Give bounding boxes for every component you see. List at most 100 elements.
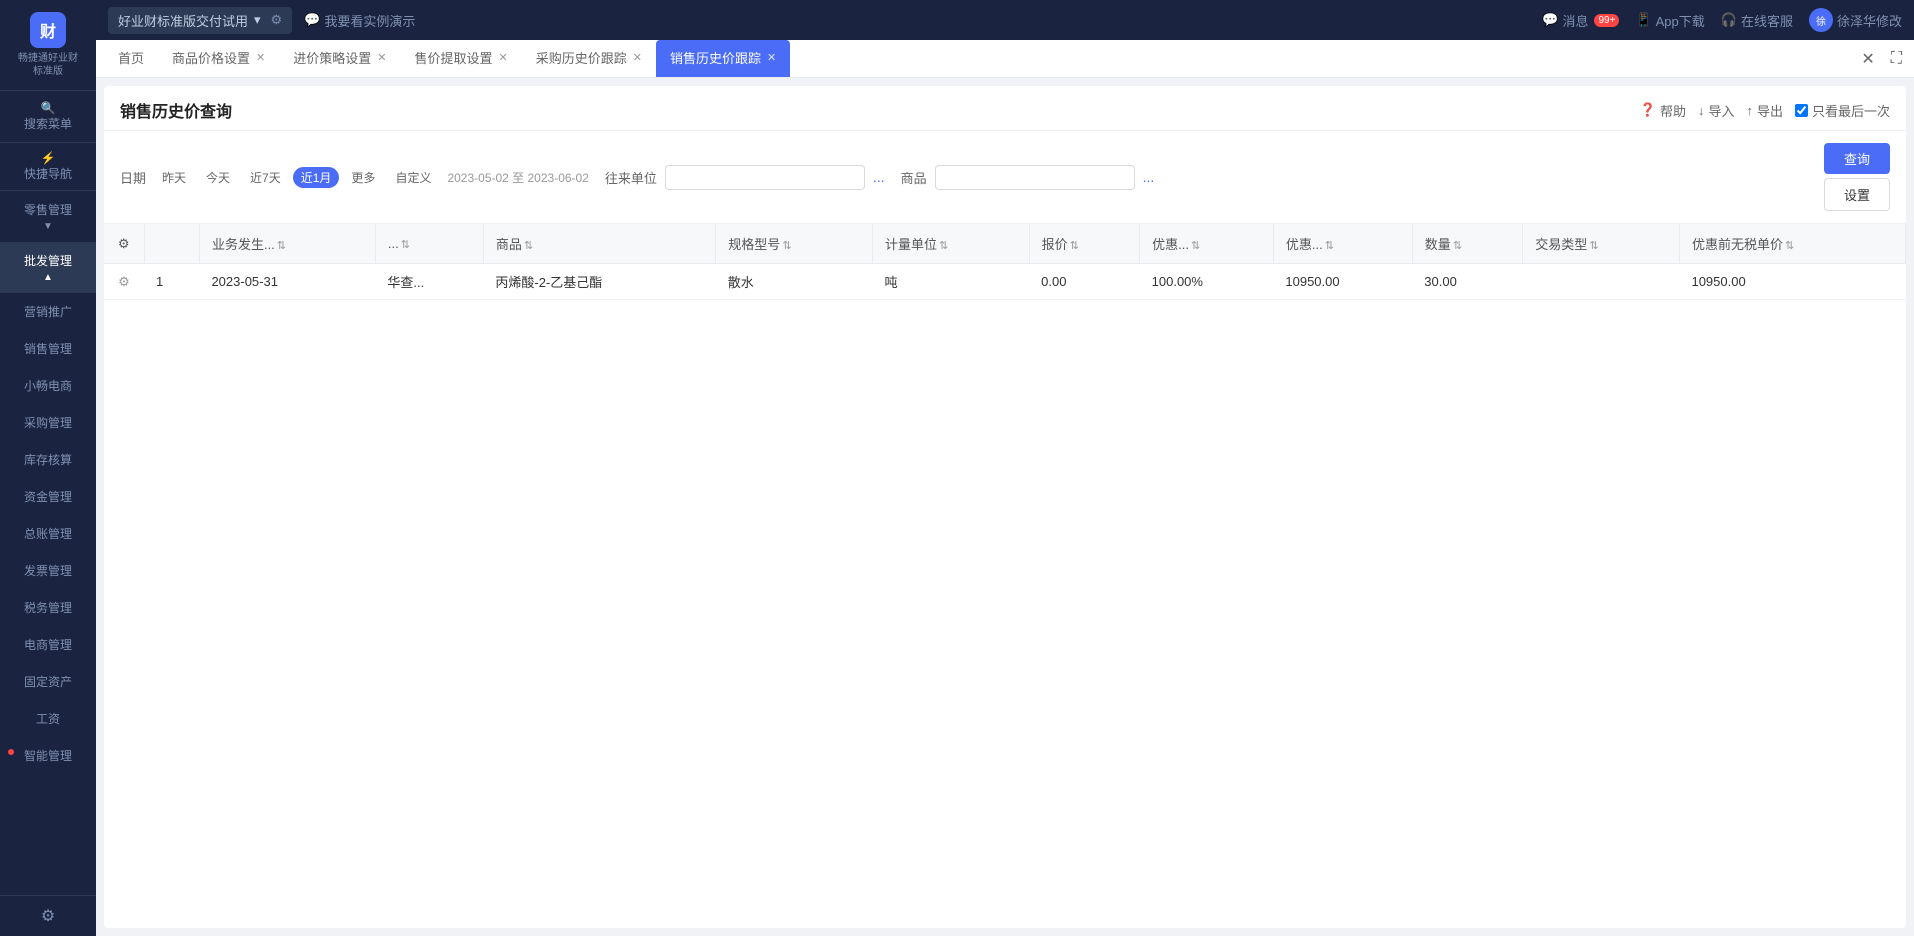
only-last-checkbox[interactable]: 只看最后一次 [1795,101,1890,120]
page-title: 销售历史价查询 [120,98,232,122]
main-area: 好业财标准版交付试用 ▾ ⚙ 💬 我要看实例演示 💬 消息 99+ 📱 App下… [96,0,1914,936]
demo-link[interactable]: 💬 我要看实例演示 [304,11,415,30]
sidebar-item-ecommerce_small[interactable]: 小畅电商 [0,367,96,404]
close-tab-button[interactable]: ✕ [1857,45,1878,73]
sort-icon: ⇅ [1785,240,1794,252]
app-download-button[interactable]: 📱 App下载 [1635,11,1704,30]
tab-price[interactable]: 商品价格设置✕ [158,40,279,77]
tab-sales_history[interactable]: 销售历史价跟踪✕ [656,40,790,77]
tab-close-icon[interactable]: ✕ [256,51,265,64]
sidebar-item-label: 固定资产 [24,673,72,690]
sidebar-item-finance[interactable]: 资金管理 [0,478,96,515]
maximize-button[interactable]: ⛶ [1887,46,1906,72]
tab-close-icon[interactable]: ✕ [377,51,386,64]
sidebar-item-ecommerce[interactable]: 电商管理 [0,626,96,663]
sidebar-item-label: 销售管理 [24,340,72,357]
date-opt-last7[interactable]: 近7天 [242,167,289,188]
quick-nav[interactable]: ⚡ 快捷导航 [0,143,96,191]
source-unit-input[interactable] [665,165,865,190]
col-tax_price[interactable]: 优惠前无税单价⇅ [1679,224,1905,264]
col-discount2[interactable]: 优惠...⇅ [1273,224,1412,264]
date-opt-yesterday[interactable]: 昨天 [154,167,194,188]
message-button[interactable]: 💬 消息 99+ [1542,11,1619,30]
col-discount1[interactable]: 优惠...⇅ [1140,224,1274,264]
table-container: ⚙业务发生...⇅...⇅商品⇅规格型号⇅计量单位⇅报价⇅优惠...⇅优惠...… [104,224,1906,928]
col-date[interactable]: 业务发生...⇅ [199,224,375,264]
tab-purchase_strategy[interactable]: 进价策略设置 ✕ [279,40,400,77]
col-extra[interactable]: ...⇅ [375,224,483,264]
sidebar-item-label: 采购管理 [24,414,72,431]
search-menu[interactable]: 🔍 搜索菜单 [0,91,96,143]
sidebar-item-inventory[interactable]: 库存核算 [0,441,96,478]
tab-sale_extract[interactable]: 售价提取设置✕ [400,40,521,77]
help-button[interactable]: ❓ 帮助 [1640,101,1686,120]
sidebar-item-marketing[interactable]: 营销推广 [0,293,96,330]
col-quantity[interactable]: 数量⇅ [1412,224,1523,264]
sidebar-item-label: 营销推广 [24,303,72,320]
col-price[interactable]: 报价⇅ [1029,224,1140,264]
col-tx_type[interactable]: 交易类型⇅ [1523,224,1680,264]
app-logo: 财 畅捷通好业财标准版 [0,0,96,91]
sidebar-item-label: 小畅电商 [24,377,72,394]
demo-icon: 💬 [304,12,320,28]
date-opt-today[interactable]: 今天 [198,167,238,188]
sidebar-item-label: 库存核算 [24,451,72,468]
col-spec[interactable]: 规格型号⇅ [716,224,873,264]
phone-icon: 📱 [1635,12,1651,28]
sidebar-item-assets[interactable]: 固定资产 [0,663,96,700]
discount2-cell: 10950.00 [1273,264,1412,300]
sort-icon: ⇅ [782,240,791,252]
col-unit[interactable]: 计量单位⇅ [872,224,1029,264]
tab-label: 进价策略设置 [293,48,371,67]
col-product[interactable]: 商品⇅ [483,224,715,264]
chevron-icon: ▲ [43,272,53,283]
spec-cell: 散水 [716,264,873,300]
date-opt-custom[interactable]: 自定义 [387,167,439,188]
filter-settings-button[interactable]: 设置 [1824,178,1890,211]
sidebar-item-smart[interactable]: 智能管理 [0,737,96,774]
sidebar-item-sales[interactable]: 销售管理 [0,330,96,367]
import-button[interactable]: ↓ 导入 [1698,101,1735,120]
source-unit-dots[interactable]: ... [873,169,885,185]
sidebar-item-wholesale[interactable]: 批发管理▲ [0,242,96,293]
sidebar-item-label: 税务管理 [24,599,72,616]
sidebar-item-invoice[interactable]: 发票管理 [0,552,96,589]
date-opt-last1month[interactable]: 近1月 [293,167,340,188]
sidebar-item-label: 智能管理 [24,747,72,764]
user-menu[interactable]: 徐 徐泽华修改 [1809,8,1902,32]
data-table: ⚙业务发生...⇅...⇅商品⇅规格型号⇅计量单位⇅报价⇅优惠...⇅优惠...… [104,224,1906,300]
sidebar-item-salary[interactable]: 工资 [0,700,96,737]
online-service-button[interactable]: 🎧 在线客服 [1721,11,1793,30]
date-options: 昨天今天近7天近1月更多自定义 [154,167,439,188]
product-label: 商品 [901,168,927,187]
sidebar-item-label: 发票管理 [24,562,72,579]
sidebar-item-label: 电商管理 [24,636,72,653]
sort-icon: ⇅ [1453,240,1462,252]
top-bar-right: 💬 消息 99+ 📱 App下载 🎧 在线客服 徐 徐泽华修改 [1542,8,1902,32]
filter-bar: 日期 昨天今天近7天近1月更多自定义 2023-05-02 至 2023-06-… [104,131,1906,224]
sort-icon: ⇅ [401,239,410,251]
tab-close-icon[interactable]: ✕ [499,51,508,64]
sidebar-item-purchase[interactable]: 采购管理 [0,404,96,441]
tab-purchase_history[interactable]: 采购历史价跟踪✕ [522,40,656,77]
product-dots[interactable]: ... [1143,169,1155,185]
export-button[interactable]: ↑ 导出 [1746,101,1783,120]
settings-icon[interactable]: ⚙ [0,906,96,926]
sort-icon: ⇅ [1070,240,1079,252]
sidebar-item-label: 总账管理 [24,525,72,542]
settings-icon[interactable]: ⚙ [271,12,283,28]
tab-home[interactable]: 首页 [104,40,158,77]
query-button[interactable]: 查询 [1824,143,1890,174]
sidebar-item-retail[interactable]: 零售管理▼ [0,191,96,242]
sidebar-item-tax[interactable]: 税务管理 [0,589,96,626]
product-input[interactable] [935,165,1135,190]
sort-icon: ⇅ [1191,240,1200,252]
tab-close-icon[interactable]: ✕ [633,51,642,64]
unit-cell: 吨 [872,264,1029,300]
only-last-input[interactable] [1795,104,1808,117]
tab-close-icon[interactable]: ✕ [767,51,776,64]
sidebar-item-ledger[interactable]: 总账管理 [0,515,96,552]
version-selector[interactable]: 好业财标准版交付试用 ▾ ⚙ [108,7,292,34]
date-opt-more[interactable]: 更多 [343,167,383,188]
header-actions: ❓ 帮助 ↓ 导入 ↑ 导出 只看最后一次 [1640,101,1890,120]
